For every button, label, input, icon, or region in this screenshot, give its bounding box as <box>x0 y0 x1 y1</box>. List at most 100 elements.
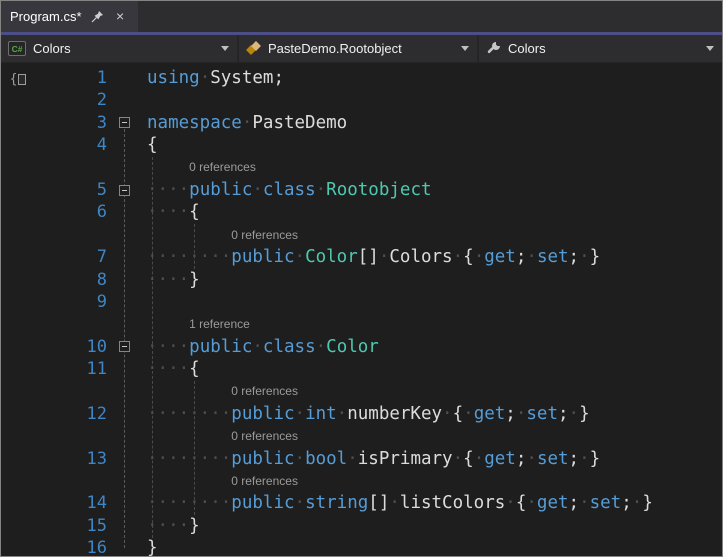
code-text[interactable]: ········public·bool·isPrimary·{·get;·set… <box>141 448 722 470</box>
code-row: 12 ········public·int·numberKey·{·get;·se… <box>1 403 722 425</box>
line-number[interactable]: 6 <box>35 201 107 223</box>
code-token: get <box>484 247 516 268</box>
fold-collapse-button[interactable] <box>118 117 130 129</box>
csharp-file-icon: C# <box>8 41 26 56</box>
code-token: · <box>389 493 400 514</box>
code-token: } <box>579 403 590 424</box>
code-token: ; <box>568 247 580 268</box>
code-text[interactable]: ········public·string[]·listColors·{·get… <box>141 492 722 514</box>
line-number[interactable]: 5 <box>35 179 107 201</box>
code-token: · <box>252 179 263 200</box>
code-text[interactable]: ····{ <box>141 358 722 380</box>
code-token: · <box>579 448 590 469</box>
codelens-references-link[interactable]: 0 references <box>231 228 298 242</box>
line-number[interactable]: 8 <box>35 269 107 291</box>
line-number[interactable]: 12 <box>35 403 107 425</box>
code-token: { <box>463 448 474 469</box>
codelens-row: 1 reference <box>1 313 722 335</box>
codelens-references-link[interactable]: 0 references <box>189 160 256 174</box>
line-number[interactable]: 13 <box>35 448 107 470</box>
fold-collapse-button[interactable] <box>118 341 130 353</box>
line-number[interactable]: 11 <box>35 358 107 380</box>
code-text[interactable]: ····{ <box>141 201 722 223</box>
code-row: 8 ····} <box>1 269 722 291</box>
line-number[interactable]: 1 <box>35 67 107 89</box>
code-token: ; <box>568 448 580 469</box>
line-number[interactable]: 9 <box>35 291 107 313</box>
codelens-references-link[interactable]: 0 references <box>231 429 298 443</box>
line-number[interactable]: 2 <box>35 89 107 111</box>
code-token: class <box>262 179 316 200</box>
code-token: [] <box>368 493 390 514</box>
codelens-text[interactable]: 0 references <box>141 380 722 403</box>
code-token: · <box>505 493 516 514</box>
code-token: · <box>241 112 253 133</box>
codelens-references-link[interactable]: 0 references <box>231 474 298 488</box>
codelens-text[interactable]: 0 references <box>141 425 722 448</box>
code-text[interactable]: { <box>141 134 722 156</box>
line-number[interactable]: 14 <box>35 492 107 514</box>
code-token: public <box>231 493 295 514</box>
document-tab[interactable]: Program.cs* × <box>1 1 138 32</box>
editor-rows: {1 using·System; 2 3 namespace·PasteDemo 4{0 … <box>1 63 722 556</box>
code-token: set <box>589 493 622 514</box>
code-token: · <box>452 448 464 469</box>
code-token: · <box>515 403 527 424</box>
close-icon[interactable]: × <box>113 9 128 23</box>
braces-document-icon[interactable]: { <box>10 73 27 86</box>
code-token: ···· <box>147 336 190 357</box>
code-token: ; <box>558 403 569 424</box>
code-row: 7 ········public·Color[]·Colors·{·get;·se… <box>1 246 722 268</box>
code-token: PasteDemo <box>252 112 348 133</box>
code-row: 4{ <box>1 134 722 156</box>
code-token: · <box>473 247 485 268</box>
vs-editor-window: Program.cs* × C# Colors PasteDemo.Rootob… <box>0 0 723 557</box>
code-text[interactable]: ····public·class·Color <box>141 336 722 358</box>
code-text[interactable]: using·System; <box>141 67 722 89</box>
code-text[interactable]: } <box>141 537 722 556</box>
code-token: listColors <box>399 493 506 514</box>
code-text[interactable]: namespace·PasteDemo <box>141 112 722 134</box>
code-token: · <box>631 493 643 514</box>
member-dropdown[interactable]: Colors <box>479 35 722 62</box>
codelens-row: 0 references <box>1 380 722 402</box>
code-text[interactable]: ····public·class·Rootobject <box>141 179 722 201</box>
line-number[interactable]: 16 <box>35 537 107 556</box>
code-token: ········ <box>147 448 232 469</box>
line-number[interactable]: 10 <box>35 336 107 358</box>
code-token: · <box>463 403 474 424</box>
code-token: public <box>189 336 253 357</box>
type-dropdown[interactable]: PasteDemo.Rootobject <box>239 35 479 62</box>
code-token: System; <box>210 68 284 88</box>
code-row: 2 <box>1 89 722 111</box>
code-token: } <box>589 247 601 268</box>
code-text[interactable]: ····} <box>141 269 722 291</box>
code-token: ···· <box>147 359 190 380</box>
code-text[interactable]: ········public·Color[]·Colors·{·get;·set… <box>141 246 722 268</box>
code-token: ; <box>568 493 580 514</box>
code-token: · <box>336 403 348 424</box>
code-token: public <box>231 247 295 268</box>
codelens-text[interactable]: 0 references <box>141 156 722 179</box>
code-token: numberKey <box>347 403 443 424</box>
code-token: [] <box>357 247 379 268</box>
line-number[interactable]: 3 <box>35 112 107 134</box>
codelens-text[interactable]: 0 references <box>141 224 722 247</box>
code-text[interactable]: ········public·int·numberKey·{·get;·set;… <box>141 403 722 425</box>
line-number[interactable]: 15 <box>35 515 107 537</box>
code-token: Colors <box>389 247 453 268</box>
fold-collapse-button[interactable] <box>118 184 130 196</box>
code-row: 16} <box>1 537 722 556</box>
codelens-text[interactable]: 1 reference <box>141 313 722 336</box>
project-dropdown[interactable]: C# Colors <box>1 35 239 62</box>
code-text[interactable]: ····} <box>141 515 722 537</box>
pin-icon[interactable] <box>91 10 104 23</box>
code-token: · <box>315 179 327 200</box>
codelens-text[interactable]: 0 references <box>141 470 722 493</box>
codelens-references-link[interactable]: 0 references <box>231 384 298 398</box>
codelens-references-link[interactable]: 1 reference <box>189 317 250 331</box>
code-editor[interactable]: {1 using·System; 2 3 namespace·PasteDemo 4{0 … <box>1 63 722 556</box>
line-number[interactable]: 7 <box>35 246 107 268</box>
line-number[interactable]: 4 <box>35 134 107 156</box>
code-token: · <box>442 403 453 424</box>
